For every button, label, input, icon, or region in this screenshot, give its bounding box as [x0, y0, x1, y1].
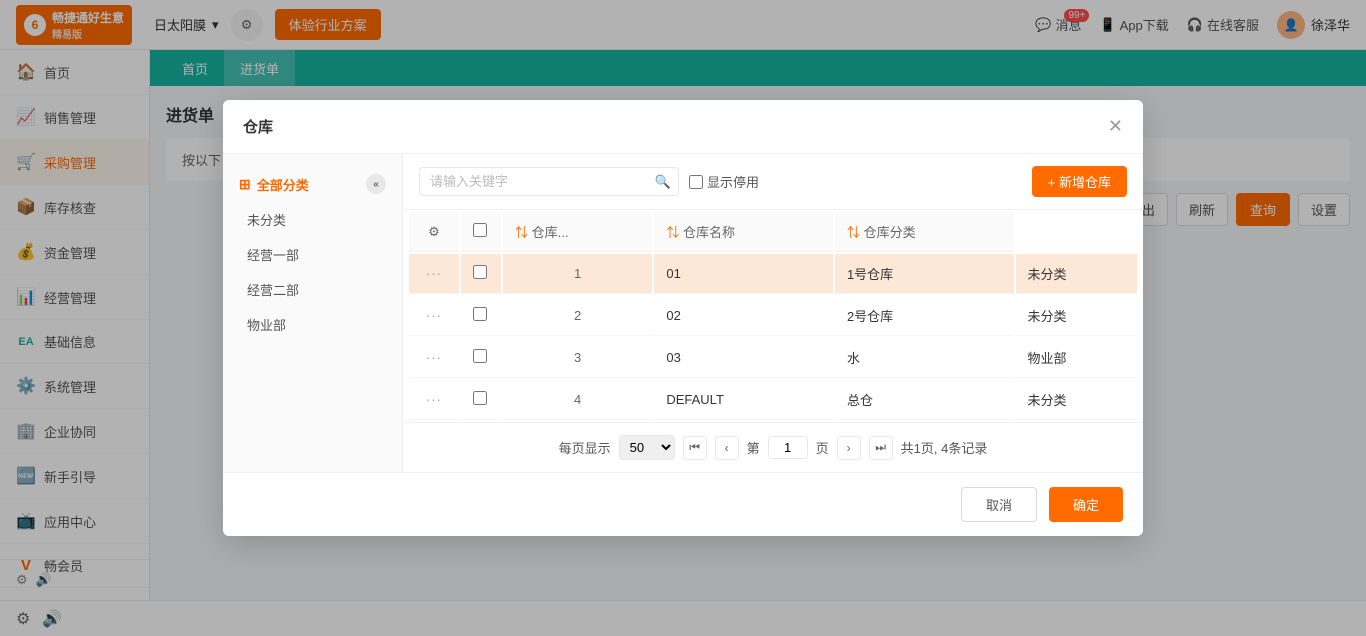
- sort-name-icon: ⇅: [666, 225, 679, 240]
- sort-icon: ⇅: [515, 225, 528, 240]
- dialog-right: 🔍 显示停用 + 新增仓库 ⚙: [403, 154, 1143, 472]
- warehouse-table-wrap: ⚙ ⇅ 仓库... ⇅: [403, 210, 1143, 422]
- page-size-select[interactable]: 50 10 20 100: [619, 435, 675, 460]
- row-name-code: 03: [654, 338, 833, 378]
- warehouse-table: ⚙ ⇅ 仓库... ⇅: [407, 210, 1139, 422]
- collapse-button[interactable]: «: [366, 174, 386, 194]
- dialog-categories: ⊞ 全部分类 « 未分类 经营一部 经营二部 物业部: [223, 154, 403, 472]
- cat-item-ops1[interactable]: 经营一部: [223, 237, 402, 272]
- row-code: 1: [503, 254, 652, 294]
- col-checkbox-header: [461, 212, 501, 252]
- dialog-header: 仓库 ✕: [223, 100, 1143, 154]
- row-more-btn[interactable]: ···: [409, 380, 459, 420]
- row-checkbox-cell: [461, 380, 501, 420]
- table-row[interactable]: ··· 4 DEFAULT 总仓 未分类: [409, 380, 1137, 420]
- grid-icon: ⊞: [239, 176, 251, 193]
- row-category: 未分类: [1016, 254, 1137, 294]
- row-code: 2: [503, 296, 652, 336]
- row-checkbox-cell: [461, 296, 501, 336]
- select-all-checkbox[interactable]: [473, 223, 487, 237]
- search-input[interactable]: [419, 167, 679, 196]
- col-name-header: ⇅ 仓库名称: [654, 212, 833, 252]
- row-name-code: 02: [654, 296, 833, 336]
- row-name-code: 01: [654, 254, 833, 294]
- show-disabled-checkbox[interactable]: [689, 175, 703, 189]
- dialog-title: 仓库: [243, 116, 273, 137]
- row-warehouse-name: 2号仓库: [835, 296, 1014, 336]
- row-name-code: DEFAULT: [654, 380, 833, 420]
- next-page-button[interactable]: ›: [837, 436, 861, 460]
- row-checkbox-cell: [461, 254, 501, 294]
- dialog-pagination: 每页显示 50 10 20 100 ⏮ ‹ 第 页 › ⏭ 共1页, 4条记录: [403, 422, 1143, 472]
- col-code-header: ⇅ 仓库...: [503, 212, 652, 252]
- all-categories[interactable]: ⊞ 全部分类 «: [223, 166, 402, 202]
- row-category: 未分类: [1016, 380, 1137, 420]
- cancel-button[interactable]: 取消: [961, 487, 1037, 522]
- cat-item-uncat[interactable]: 未分类: [223, 202, 402, 237]
- row-checkbox[interactable]: [473, 307, 487, 321]
- table-row[interactable]: ··· 3 03 水 物业部: [409, 338, 1137, 378]
- dialog-toolbar: 🔍 显示停用 + 新增仓库: [403, 154, 1143, 210]
- prev-page-button[interactable]: ‹: [715, 436, 739, 460]
- row-more-btn[interactable]: ···: [409, 296, 459, 336]
- page-input[interactable]: [768, 436, 808, 459]
- row-category: 未分类: [1016, 296, 1137, 336]
- dialog-footer: 取消 确定: [223, 472, 1143, 536]
- col-settings-header: ⚙: [409, 212, 459, 252]
- gear-header-icon: ⚙: [428, 224, 440, 239]
- row-more-btn[interactable]: ···: [409, 254, 459, 294]
- show-disabled-wrap: 显示停用: [689, 172, 759, 191]
- row-warehouse-name: 总仓: [835, 380, 1014, 420]
- dialog-overlay: 仓库 ✕ ⊞ 全部分类 « 未分类 经营一部 经营二部 物业部: [0, 0, 1366, 636]
- dialog-body: ⊞ 全部分类 « 未分类 经营一部 经营二部 物业部 🔍: [223, 154, 1143, 472]
- sort-cat-icon: ⇅: [847, 225, 860, 240]
- search-icon[interactable]: 🔍: [655, 174, 671, 190]
- row-warehouse-name: 水: [835, 338, 1014, 378]
- table-row[interactable]: ··· 2 02 2号仓库 未分类: [409, 296, 1137, 336]
- col-category-header: ⇅ 仓库分类: [835, 212, 1014, 252]
- row-code: 3: [503, 338, 652, 378]
- row-more-btn[interactable]: ···: [409, 338, 459, 378]
- cat-item-property[interactable]: 物业部: [223, 307, 402, 342]
- row-checkbox-cell: [461, 338, 501, 378]
- dialog-close-button[interactable]: ✕: [1108, 116, 1123, 137]
- last-page-button[interactable]: ⏭: [869, 436, 893, 460]
- confirm-button[interactable]: 确定: [1049, 487, 1123, 522]
- row-code: 4: [503, 380, 652, 420]
- add-warehouse-button[interactable]: + 新增仓库: [1032, 166, 1127, 197]
- row-checkbox[interactable]: [473, 349, 487, 363]
- row-checkbox[interactable]: [473, 265, 487, 279]
- warehouse-dialog: 仓库 ✕ ⊞ 全部分类 « 未分类 经营一部 经营二部 物业部: [223, 100, 1143, 536]
- row-category: 物业部: [1016, 338, 1137, 378]
- cat-item-ops2[interactable]: 经营二部: [223, 272, 402, 307]
- row-warehouse-name: 1号仓库: [835, 254, 1014, 294]
- first-page-button[interactable]: ⏮: [683, 436, 707, 460]
- row-checkbox[interactable]: [473, 391, 487, 405]
- table-row[interactable]: ··· 1 01 1号仓库 未分类: [409, 254, 1137, 294]
- search-input-wrap: 🔍: [419, 167, 679, 196]
